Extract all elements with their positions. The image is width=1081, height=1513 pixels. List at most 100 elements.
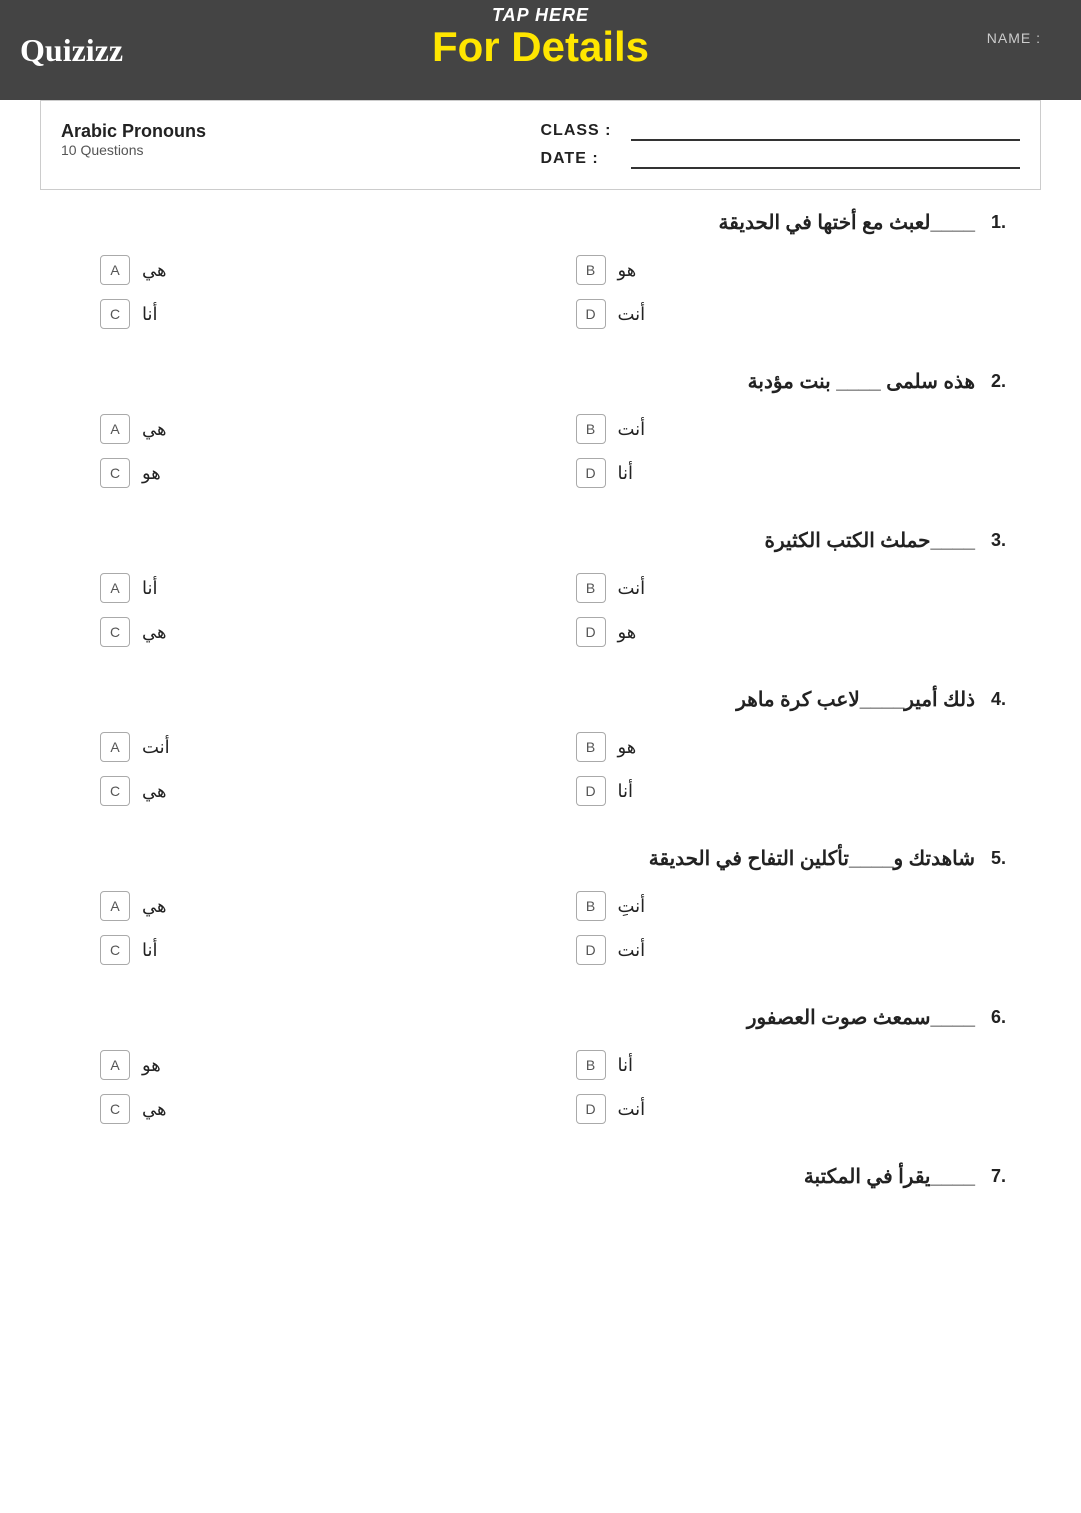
option-2-d[interactable]: Dأنا xyxy=(576,458,1022,488)
option-1-a[interactable]: Aهي xyxy=(100,255,546,285)
question-5: 5. شاهدتك و____تأكلين التفاح في الحديقة Aه… xyxy=(60,846,1021,965)
option-1-b[interactable]: B هو xyxy=(576,255,1022,285)
option-3-d[interactable]: Dهو xyxy=(576,617,1022,647)
option-2-b[interactable]: Bأنت xyxy=(576,414,1022,444)
question-text-4: ذلك أمير____لاعب كرة ماهر xyxy=(736,687,975,712)
option-4-a[interactable]: A أنت xyxy=(100,732,546,762)
option-text-6-c: هي xyxy=(142,1099,167,1120)
question-1: 1.____لعبث مع أختها في الحديقة Aهي B هو Cأنا… xyxy=(60,210,1021,329)
info-bar: Arabic Pronouns 10 Questions CLASS : DAT… xyxy=(40,100,1041,190)
question-header-1: 1.____لعبث مع أختها في الحديقة xyxy=(60,210,1021,235)
question-header-4: 4. ذلك أمير____لاعب كرة ماهر xyxy=(60,687,1021,712)
option-2-c[interactable]: C هو xyxy=(100,458,546,488)
option-box-6-d: D xyxy=(576,1094,606,1124)
option-text-3-a: أنا xyxy=(142,578,158,599)
option-box-1-c: C xyxy=(100,299,130,329)
option-3-a[interactable]: Aأنا xyxy=(100,573,546,603)
tap-banner[interactable]: TAP HERE For Details xyxy=(432,5,649,68)
option-box-5-c: C xyxy=(100,935,130,965)
options-grid-3: Aأنا Bأنت Cهي Dهو xyxy=(100,573,1021,647)
option-text-1-d: أنت xyxy=(618,304,646,325)
option-6-c[interactable]: Cهي xyxy=(100,1094,546,1124)
option-text-1-b: هو xyxy=(618,260,637,281)
option-box-2-b: B xyxy=(576,414,606,444)
option-text-3-b: أنت xyxy=(618,578,646,599)
question-text-7: ____يقرأ في المكتبة xyxy=(804,1164,975,1189)
option-text-5-a: هي xyxy=(142,896,167,917)
quiz-info: Arabic Pronouns 10 Questions xyxy=(61,111,541,179)
option-text-2-c: هو xyxy=(142,463,161,484)
option-box-6-b: B xyxy=(576,1050,606,1080)
questions-area: 1.____لعبث مع أختها في الحديقةAهيBهوCأنا… xyxy=(0,190,1081,1249)
question-text-6: ____سمعث صوت العصفور xyxy=(747,1005,975,1030)
question-text-1: ____لعبث مع أختها في الحديقة xyxy=(719,210,975,235)
question-header-6: 6.____سمعث صوت العصفور xyxy=(60,1005,1021,1030)
option-box-6-a: A xyxy=(100,1050,130,1080)
option-box-4-a: A xyxy=(100,732,130,762)
option-4-d[interactable]: D أنا xyxy=(576,776,1022,806)
quizizz-logo: Quizizz xyxy=(20,32,123,69)
date-label: DATE : xyxy=(541,150,621,168)
option-text-5-d: أنت xyxy=(618,940,646,961)
option-5-c[interactable]: C أنا xyxy=(100,935,546,965)
question-header-5: 5. شاهدتك و____تأكلين التفاح في الحديقة xyxy=(60,846,1021,871)
question-header-7: 7. ____يقرأ في المكتبة xyxy=(60,1164,1021,1189)
option-text-4-c: هي xyxy=(142,781,167,802)
option-6-d[interactable]: Dأنت xyxy=(576,1094,1022,1124)
question-text-2: هذه سلمى ____ بنت مؤدبة xyxy=(748,369,975,394)
option-box-4-b: B xyxy=(576,732,606,762)
option-box-3-d: D xyxy=(576,617,606,647)
quiz-subtitle: 10 Questions xyxy=(61,142,541,158)
options-grid-6: A هو Bأنا Cهي Dأنت xyxy=(100,1050,1021,1124)
question-text-5: شاهدتك و____تأكلين التفاح في الحديقة xyxy=(649,846,975,871)
option-text-3-c: هي xyxy=(142,622,167,643)
option-text-5-b: أنتِ xyxy=(618,896,646,917)
option-3-c[interactable]: Cهي xyxy=(100,617,546,647)
option-5-a[interactable]: A هي xyxy=(100,891,546,921)
date-line[interactable] xyxy=(631,149,1021,169)
options-grid-1: Aهي B هو Cأنا D أنت xyxy=(100,255,1021,329)
option-4-c[interactable]: Cهي xyxy=(100,776,546,806)
option-3-b[interactable]: Bأنت xyxy=(576,573,1022,603)
options-grid-5: A هي Bأنتِ C أنا D أنت xyxy=(100,891,1021,965)
option-box-1-d: D xyxy=(576,299,606,329)
question-number-3: 3. xyxy=(991,530,1021,551)
question-header-2: 2. هذه سلمى ____ بنت مؤدبة xyxy=(60,369,1021,394)
question-number-7: 7. xyxy=(991,1166,1021,1187)
option-box-2-a: A xyxy=(100,414,130,444)
question-text-3: ____حملث الكتب الكثيرة xyxy=(765,528,975,553)
option-box-4-d: D xyxy=(576,776,606,806)
for-details-text: For Details xyxy=(432,26,649,68)
option-text-5-c: أنا xyxy=(142,940,158,961)
class-row: CLASS : xyxy=(541,121,1021,141)
question-header-3: 3. ____حملث الكتب الكثيرة xyxy=(60,528,1021,553)
option-1-d[interactable]: D أنت xyxy=(576,299,1022,329)
option-text-4-d: أنا xyxy=(618,781,634,802)
option-5-b[interactable]: Bأنتِ xyxy=(576,891,1022,921)
option-2-a[interactable]: Aهي xyxy=(100,414,546,444)
option-6-a[interactable]: A هو xyxy=(100,1050,546,1080)
class-label: CLASS : xyxy=(541,122,621,140)
question-3: 3. ____حملث الكتب الكثيرة Aأنا Bأنت Cهي Dهو xyxy=(60,528,1021,647)
option-text-4-a: أنت xyxy=(142,737,170,758)
question-7: 7. ____يقرأ في المكتبة xyxy=(60,1164,1021,1189)
question-4: 4. ذلك أمير____لاعب كرة ماهر A أنت B هو Cهي D أن… xyxy=(60,687,1021,806)
question-number-4: 4. xyxy=(991,689,1021,710)
class-line[interactable] xyxy=(631,121,1021,141)
option-box-2-c: C xyxy=(100,458,130,488)
option-5-d[interactable]: D أنت xyxy=(576,935,1022,965)
option-box-1-b: B xyxy=(576,255,606,285)
option-1-c[interactable]: Cأنا xyxy=(100,299,546,329)
option-4-b[interactable]: B هو xyxy=(576,732,1022,762)
option-box-5-d: D xyxy=(576,935,606,965)
option-box-5-a: A xyxy=(100,891,130,921)
option-text-6-a: هو xyxy=(142,1055,161,1076)
option-6-b[interactable]: Bأنا xyxy=(576,1050,1022,1080)
question-number-5: 5. xyxy=(991,848,1021,869)
logo-text: Quizizz xyxy=(20,32,123,68)
option-text-4-b: هو xyxy=(618,737,637,758)
question-6: 6.____سمعث صوت العصفور A هو Bأنا Cهي Dأنت xyxy=(60,1005,1021,1124)
question-number-2: 2. xyxy=(991,371,1021,392)
options-grid-2: Aهي Bأنت C هو Dأنا xyxy=(100,414,1021,488)
option-box-2-d: D xyxy=(576,458,606,488)
